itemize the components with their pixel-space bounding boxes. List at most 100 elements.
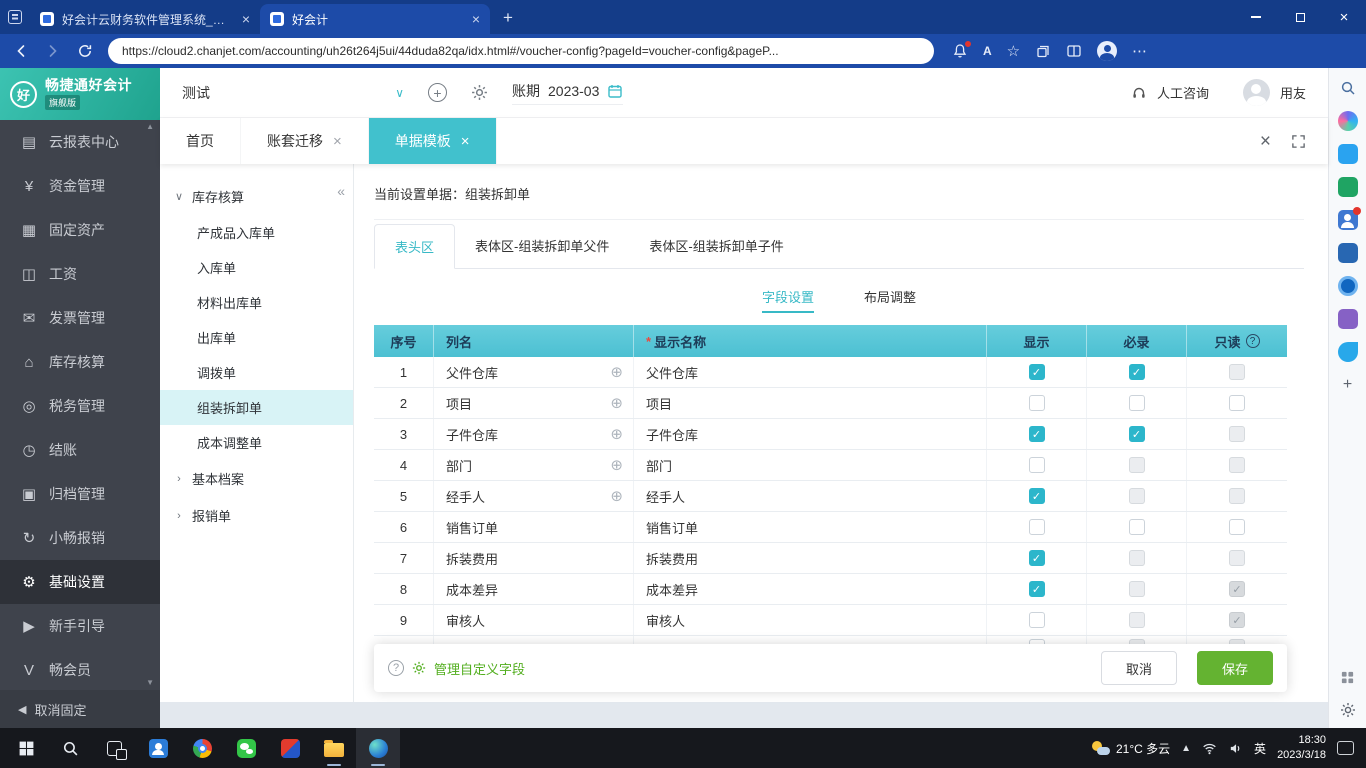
tab-close-icon[interactable]: × <box>472 12 480 26</box>
display-name-cell[interactable]: 子件仓库 <box>634 419 987 449</box>
support-link[interactable]: 人工咨询 <box>1157 83 1209 102</box>
taskbar-search-icon[interactable] <box>48 728 92 768</box>
back-icon[interactable] <box>12 42 30 60</box>
cancel-button[interactable]: 取消 <box>1100 651 1177 685</box>
display-name-cell[interactable]: 经手人 <box>634 481 987 511</box>
browser-tab-active[interactable]: 好会计 × <box>260 4 490 34</box>
tree-item[interactable]: 产成品入库单 <box>160 215 353 250</box>
tree-section-inventory[interactable]: ∨ 库存核算 <box>160 178 353 215</box>
sidebar-settings-gear-icon[interactable] <box>1338 700 1358 720</box>
display-name-cell[interactable]: 成本差异 <box>634 574 987 604</box>
display-name-cell[interactable]: 审核人 <box>634 605 987 635</box>
fullscreen-icon[interactable] <box>1291 134 1306 149</box>
chrome-icon[interactable] <box>180 728 224 768</box>
profile-avatar[interactable] <box>1097 41 1118 61</box>
sidebar-item-salary[interactable]: ◫ 工资 <box>0 252 160 296</box>
checkbox-show[interactable] <box>1028 519 1045 535</box>
hidden-icons-chevron[interactable]: ▲ <box>1181 743 1191 754</box>
checkbox-readonly[interactable] <box>1229 519 1245 535</box>
tree-item[interactable]: 材料出库单 <box>160 285 353 320</box>
tree-item[interactable]: 调拨单 <box>160 355 353 390</box>
display-name-cell[interactable]: 父件仓库 <box>634 357 987 387</box>
settings-gear-icon[interactable] <box>471 84 488 101</box>
account-selector[interactable]: 测试 ∨ <box>182 83 404 103</box>
designer-icon[interactable] <box>1337 144 1358 164</box>
add-field-icon[interactable]: ⊕ <box>610 458 623 473</box>
start-button[interactable] <box>4 728 48 768</box>
period-picker[interactable]: 账期 2023-03 <box>512 81 624 105</box>
customize-sidebar-icon[interactable] <box>1338 667 1358 687</box>
user-avatar[interactable] <box>1242 79 1270 106</box>
collections-icon[interactable] <box>1035 43 1051 59</box>
user-name[interactable]: 用友 <box>1280 83 1306 102</box>
checkbox-readonly[interactable] <box>1229 457 1245 473</box>
address-bar[interactable]: https://cloud2.chanjet.com/accounting/uh… <box>108 38 934 64</box>
checkbox-readonly[interactable] <box>1229 488 1245 504</box>
display-name-cell[interactable]: 拆装费用 <box>634 543 987 573</box>
sub-tab-field-settings[interactable]: 字段设置 <box>761 287 814 313</box>
add-field-icon[interactable]: ⊕ <box>610 489 623 504</box>
checkbox-show[interactable] <box>1028 395 1045 411</box>
close-window-button[interactable]: × <box>1322 0 1366 34</box>
menu-scroll-down-icon[interactable]: ▼ <box>146 679 154 687</box>
doc-tab-body-child[interactable]: 表体区-组装拆卸单子件 <box>629 224 803 268</box>
wechat-icon[interactable] <box>224 728 268 768</box>
sidebar-item-expense[interactable]: ↻ 小畅报销 <box>0 516 160 560</box>
outlook-icon[interactable] <box>1337 276 1358 296</box>
sidebar-item-basic-settings[interactable]: ⚙ 基础设置 <box>0 560 160 604</box>
sidebar-item-inventory[interactable]: ⌂ 库存核算 <box>0 340 160 384</box>
sidebar-item-tax[interactable]: ◎ 税务管理 <box>0 384 160 428</box>
checkbox-show[interactable] <box>1028 488 1045 504</box>
display-name-cell[interactable]: 项目 <box>634 388 987 418</box>
checkbox-show[interactable] <box>1028 550 1045 566</box>
volume-icon[interactable] <box>1228 741 1243 756</box>
doc-tab-body-parent[interactable]: 表体区-组装拆卸单父件 <box>455 224 629 268</box>
checkbox-readonly[interactable] <box>1229 612 1245 628</box>
help-icon[interactable]: ? <box>388 660 404 676</box>
edge-icon[interactable] <box>356 728 400 768</box>
close-all-tabs-icon[interactable]: × <box>1260 132 1271 151</box>
sidebar-item-guide[interactable]: ▶ 新手引导 <box>0 604 160 648</box>
sidebar-item-fixed-assets[interactable]: ▦ 固定资产 <box>0 208 160 252</box>
checkbox-show[interactable] <box>1028 457 1045 473</box>
network-icon[interactable] <box>1202 741 1217 756</box>
contacts-icon[interactable] <box>1337 207 1361 230</box>
favorites-star-icon[interactable]: ☆ <box>1007 42 1020 60</box>
tree-item[interactable]: 成本调整单 <box>160 425 353 460</box>
drop-icon[interactable] <box>1337 342 1358 362</box>
tree-item[interactable]: 出库单 <box>160 320 353 355</box>
display-name-cell[interactable]: 销售订单 <box>634 512 987 542</box>
checkbox-required[interactable] <box>1128 550 1145 566</box>
workspaces-icon[interactable] <box>8 10 22 24</box>
display-name-cell[interactable]: 部门 <box>634 450 987 480</box>
file-explorer-icon[interactable] <box>312 728 356 768</box>
checkbox-readonly[interactable] <box>1229 581 1245 597</box>
sidebar-item-funds[interactable]: ¥ 资金管理 <box>0 164 160 208</box>
save-button[interactable]: 保存 <box>1196 651 1273 685</box>
task-view-icon[interactable] <box>92 728 136 768</box>
add-field-icon[interactable]: ⊕ <box>610 427 623 442</box>
manage-custom-fields-link[interactable]: 管理自定义字段 <box>434 659 525 678</box>
stocks-app-icon[interactable] <box>268 728 312 768</box>
readonly-help-icon[interactable]: ? <box>1245 334 1260 348</box>
checkbox-show[interactable] <box>1028 581 1045 597</box>
checkbox-readonly[interactable] <box>1229 364 1245 380</box>
search-icon[interactable] <box>1338 78 1358 98</box>
clock[interactable]: 18:30 2023/3/18 <box>1277 733 1326 763</box>
checkbox-readonly[interactable] <box>1229 426 1245 442</box>
checkbox-readonly[interactable] <box>1229 395 1245 411</box>
linkedin-icon[interactable] <box>1337 243 1358 263</box>
close-tab-icon[interactable]: × <box>333 134 342 149</box>
add-account-button[interactable]: + <box>428 83 447 102</box>
checkbox-required[interactable] <box>1128 426 1145 442</box>
checkbox-show[interactable] <box>1028 426 1045 442</box>
add-sidebar-app-icon[interactable]: + <box>1338 375 1358 395</box>
checkbox-show[interactable] <box>1028 364 1045 380</box>
page-tab-home[interactable]: 首页 <box>160 118 241 164</box>
microsoft365-icon[interactable] <box>1337 177 1358 197</box>
tree-section-basic-files[interactable]: › 基本档案 <box>160 460 353 497</box>
read-aloud-icon[interactable]: A <box>983 44 992 58</box>
collapse-tree-icon[interactable]: « <box>337 184 345 198</box>
tree-section-expense-do[interactable]: › 报销单 <box>160 497 353 534</box>
sidebar-item-member[interactable]: V 畅会员 <box>0 648 160 690</box>
